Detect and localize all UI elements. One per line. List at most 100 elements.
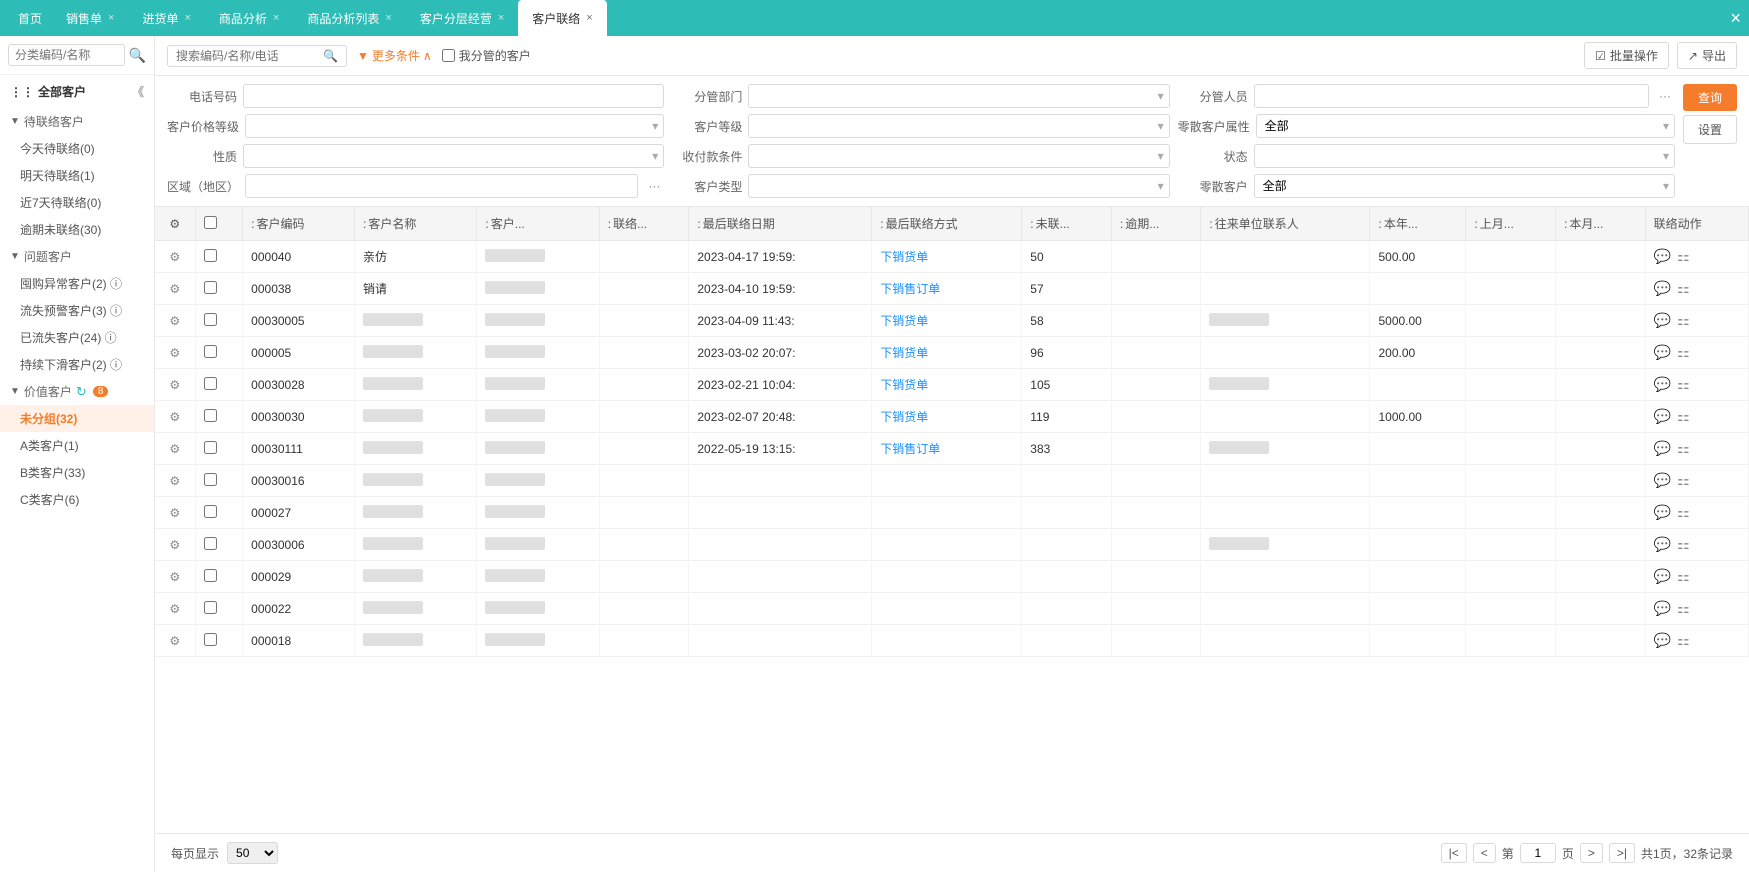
per-page-select[interactable]: 50 100: [227, 842, 278, 864]
tab-home[interactable]: 首页: [8, 0, 52, 36]
sidebar-item-7days[interactable]: 近7天待联络(0): [0, 189, 154, 216]
row-checkbox[interactable]: [204, 537, 217, 550]
export-button[interactable]: ↗ 导出: [1677, 42, 1737, 69]
row-checkbox[interactable]: [204, 441, 217, 454]
payment-select[interactable]: [748, 144, 1169, 168]
refresh-icon[interactable]: ↻: [76, 384, 87, 400]
grid-action-icon[interactable]: ⚏: [1677, 536, 1690, 553]
close-icon[interactable]: ×: [385, 12, 391, 24]
price-level-select[interactable]: [245, 114, 664, 138]
next-page-button[interactable]: >: [1580, 843, 1603, 863]
search-icon[interactable]: 🔍: [129, 47, 146, 64]
grid-action-icon[interactable]: ⚏: [1677, 376, 1690, 393]
customer-type-select[interactable]: [748, 174, 1169, 198]
grid-action-icon[interactable]: ⚏: [1677, 344, 1690, 361]
grid-action-icon[interactable]: ⚏: [1677, 312, 1690, 329]
row-checkbox[interactable]: [204, 505, 217, 518]
sidebar-section-problem[interactable]: ▼ 问题客户: [0, 243, 154, 270]
tab-product-analysis[interactable]: 商品分析 ×: [205, 0, 293, 36]
sidebar-item-today[interactable]: 今天待联络(0): [0, 135, 154, 162]
scatter-select[interactable]: 全部: [1254, 174, 1675, 198]
search-icon[interactable]: 🔍: [323, 49, 338, 63]
grid-action-icon[interactable]: ⚏: [1677, 440, 1690, 457]
category-search-input[interactable]: [8, 44, 125, 66]
phone-input[interactable]: [243, 84, 664, 108]
grid-action-icon[interactable]: ⚏: [1677, 632, 1690, 649]
chat-icon[interactable]: 💬: [1654, 632, 1671, 649]
grid-action-icon[interactable]: ⚏: [1677, 504, 1690, 521]
dept-select[interactable]: [748, 84, 1169, 108]
customer-level-select[interactable]: [748, 114, 1169, 138]
row-checkbox[interactable]: [204, 409, 217, 422]
dots-icon[interactable]: ···: [644, 179, 664, 193]
chat-icon[interactable]: 💬: [1654, 312, 1671, 329]
chat-icon[interactable]: 💬: [1654, 472, 1671, 489]
row-checkbox[interactable]: [204, 281, 217, 294]
row-checkbox[interactable]: [204, 569, 217, 582]
row-checkbox[interactable]: [204, 249, 217, 262]
sidebar-item-b-class[interactable]: B类客户(33): [0, 459, 154, 486]
method-link[interactable]: 下销货单: [880, 314, 928, 328]
tab-customer-contact[interactable]: 客户联络 ×: [518, 0, 606, 36]
chat-icon[interactable]: 💬: [1654, 568, 1671, 585]
sidebar-item-tomorrow[interactable]: 明天待联络(1): [0, 162, 154, 189]
grid-action-icon[interactable]: ⚏: [1677, 248, 1690, 265]
reset-button[interactable]: 设置: [1683, 115, 1737, 144]
page-number-input[interactable]: [1520, 843, 1556, 863]
close-icon[interactable]: ×: [273, 12, 279, 24]
close-icon[interactable]: ×: [184, 12, 190, 24]
prev-page-button[interactable]: <: [1473, 843, 1496, 863]
row-checkbox[interactable]: [204, 633, 217, 646]
filter-search-input[interactable]: [176, 49, 319, 63]
sidebar-item-lost[interactable]: 已流失客户(24) ⓘ: [0, 324, 154, 351]
sidebar-section-value[interactable]: ▼ 价值客户 ↻ 8: [0, 378, 154, 405]
first-page-button[interactable]: |<: [1441, 843, 1467, 863]
status-select[interactable]: [1254, 144, 1675, 168]
close-all-button[interactable]: ×: [1730, 8, 1741, 29]
select-all-checkbox[interactable]: [204, 216, 217, 229]
row-checkbox[interactable]: [204, 601, 217, 614]
person-input[interactable]: [1254, 84, 1649, 108]
grid-action-icon[interactable]: ⚏: [1677, 280, 1690, 297]
method-link[interactable]: 下销售订单: [880, 282, 940, 296]
tab-product-list[interactable]: 商品分析列表 ×: [293, 0, 405, 36]
sidebar-section-pending[interactable]: ▼ 待联络客户: [0, 108, 154, 135]
close-icon-active[interactable]: ×: [586, 12, 592, 24]
grid-action-icon[interactable]: ⚏: [1677, 600, 1690, 617]
chat-icon[interactable]: 💬: [1654, 376, 1671, 393]
row-checkbox[interactable]: [204, 313, 217, 326]
query-button[interactable]: 查询: [1683, 84, 1737, 111]
sidebar-item-a-class[interactable]: A类客户(1): [0, 432, 154, 459]
chat-icon[interactable]: 💬: [1654, 280, 1671, 297]
tab-customer-layer[interactable]: 客户分层经营 ×: [406, 0, 518, 36]
tab-sales[interactable]: 销售单 ×: [52, 0, 128, 36]
batch-ops-button[interactable]: ☑ 批量操作: [1584, 42, 1669, 69]
chat-icon[interactable]: 💬: [1654, 600, 1671, 617]
collapse-icon[interactable]: 《: [132, 83, 144, 100]
scatter-attr-select[interactable]: 全部: [1256, 114, 1675, 138]
method-link[interactable]: 下销货单: [880, 410, 928, 424]
chat-icon[interactable]: 💬: [1654, 504, 1671, 521]
row-checkbox[interactable]: [204, 345, 217, 358]
region-input[interactable]: [245, 174, 638, 198]
chat-icon[interactable]: 💬: [1654, 248, 1671, 265]
chat-icon[interactable]: 💬: [1654, 440, 1671, 457]
method-link[interactable]: 下销售订单: [880, 442, 940, 456]
tab-purchase[interactable]: 进货单 ×: [128, 0, 204, 36]
method-link[interactable]: 下销货单: [880, 250, 928, 264]
method-link[interactable]: 下销货单: [880, 346, 928, 360]
dots-icon[interactable]: ···: [1655, 89, 1675, 103]
chat-icon[interactable]: 💬: [1654, 408, 1671, 425]
chat-icon[interactable]: 💬: [1654, 536, 1671, 553]
sidebar-all-customers[interactable]: ⋮⋮ 全部客户 《: [0, 75, 154, 108]
my-customers-checkbox[interactable]: [442, 49, 455, 62]
sidebar-item-churn-warning[interactable]: 流失预警客户(3) ⓘ: [0, 297, 154, 324]
chat-icon[interactable]: 💬: [1654, 344, 1671, 361]
grid-action-icon[interactable]: ⚏: [1677, 472, 1690, 489]
sidebar-item-abnormal[interactable]: 囤购异常客户(2) ⓘ: [0, 270, 154, 297]
sidebar-item-declining[interactable]: 持续下滑客户(2) ⓘ: [0, 351, 154, 378]
settings-col-header[interactable]: ⚙: [155, 207, 195, 241]
last-page-button[interactable]: >|: [1609, 843, 1635, 863]
sidebar-item-ungroup[interactable]: 未分组(32): [0, 405, 154, 432]
sidebar-item-c-class[interactable]: C类客户(6): [0, 486, 154, 513]
